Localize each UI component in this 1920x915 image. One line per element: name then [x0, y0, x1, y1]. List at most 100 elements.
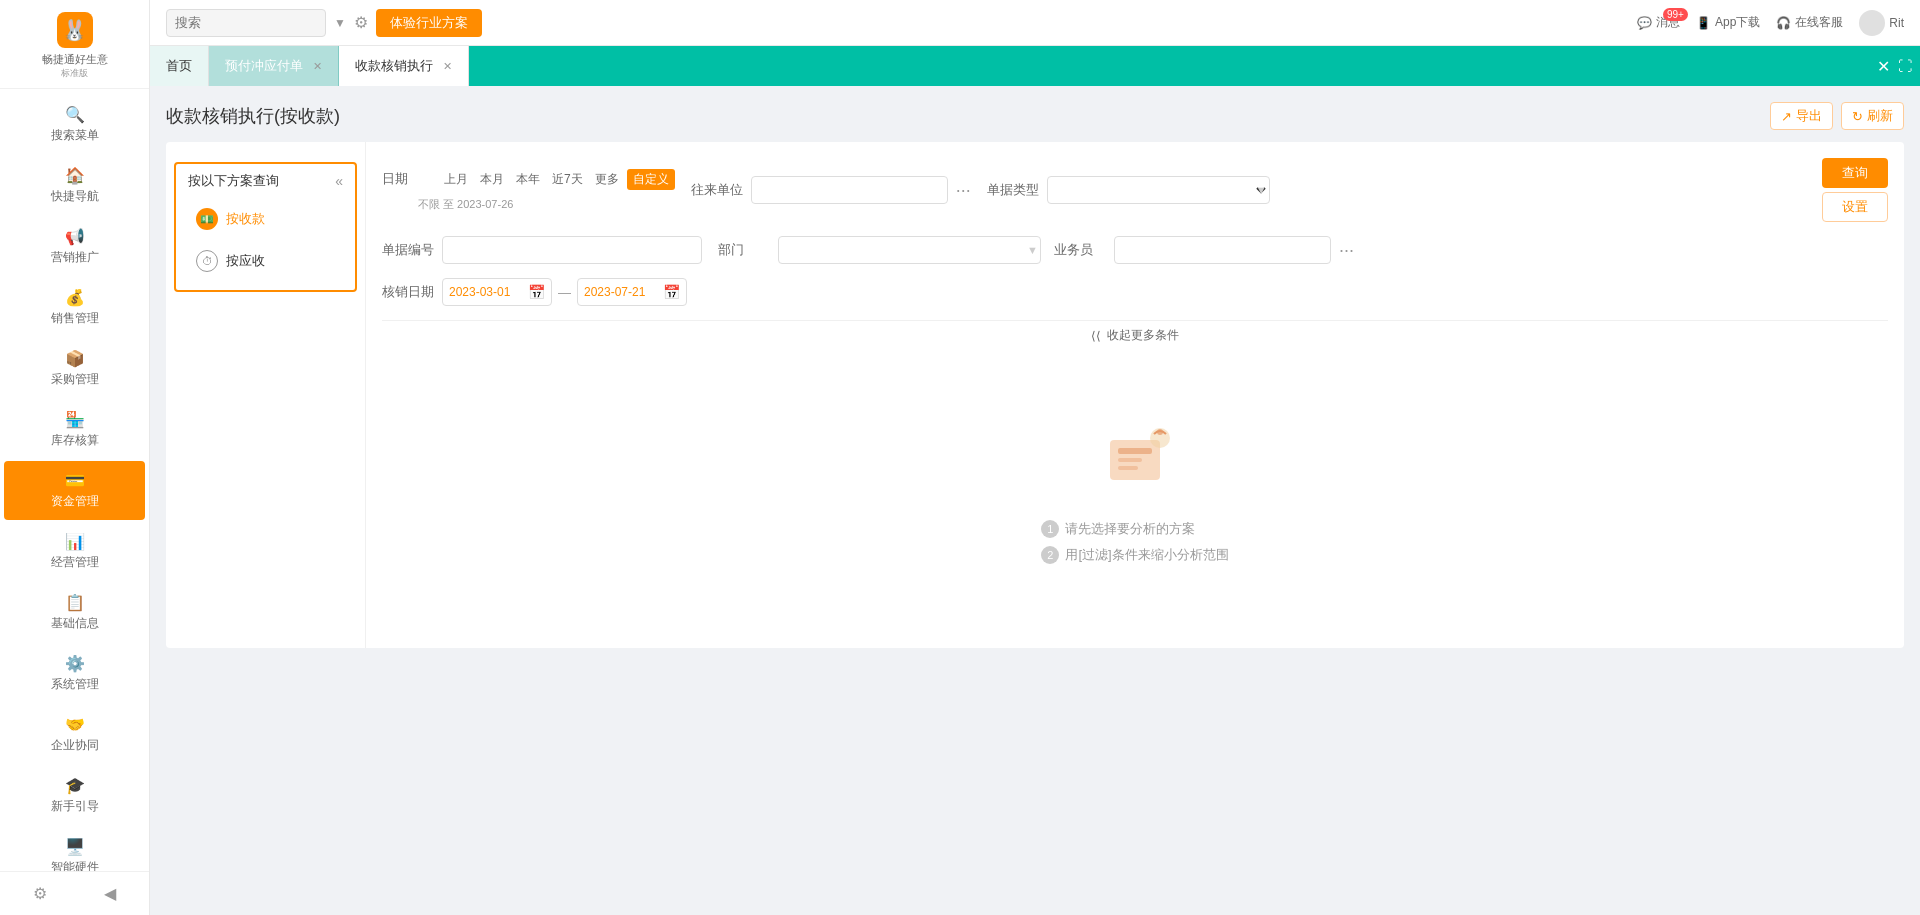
staff-label: 业务员	[1054, 241, 1106, 259]
sidebar-item-label: 快捷导航	[51, 188, 99, 205]
sidebar-item-label: 经营管理	[51, 554, 99, 571]
by-receivable-label: 按应收	[226, 252, 265, 270]
partner-input[interactable]	[751, 176, 948, 204]
sidebar-menu: 🔍 搜索菜单 🏠 快捷导航 📢 营销推广 💰 销售管理 📦 采购管理 🏪 库存核…	[0, 89, 149, 871]
sidebar-logo: 🐰 畅捷通好生意 标准版	[0, 0, 149, 89]
dept-label: 部门	[718, 241, 770, 259]
date-separator: —	[558, 285, 571, 300]
service-icon: 🎧	[1776, 16, 1791, 30]
enterprise-icon: 🤝	[65, 715, 85, 734]
tab-expand-btn[interactable]: ⛶	[1898, 58, 1912, 74]
finance-icon: 💳	[65, 471, 85, 490]
export-button[interactable]: ↗ 导出	[1770, 102, 1833, 130]
top-header: ▼ ⚙ 体验行业方案 💬 消息 99+ 📱 App下载 🎧 在线客服 Rit	[150, 0, 1920, 46]
notification-icon: 💬	[1637, 16, 1652, 30]
marketing-icon: 📢	[65, 227, 85, 246]
refresh-icon: ↻	[1852, 109, 1863, 124]
date-shortcut-last-month[interactable]: 上月	[440, 169, 472, 190]
date-shortcut-custom[interactable]: 自定义	[627, 169, 675, 190]
sidebar-settings-btn[interactable]: ⚙	[29, 880, 51, 907]
operations-icon: 📊	[65, 532, 85, 551]
doc-type-select[interactable]	[1047, 176, 1270, 204]
sidebar-item-smart-hw[interactable]: 🖥️ 智能硬件	[4, 827, 145, 871]
sidebar-item-search-menu[interactable]: 🔍 搜索菜单	[4, 95, 145, 154]
sidebar-collapse-btn[interactable]: ◀	[100, 880, 120, 907]
sidebar-item-marketing[interactable]: 📢 营销推广	[4, 217, 145, 276]
tab-home[interactable]: 首页	[150, 46, 209, 86]
doc-no-input[interactable]	[442, 236, 702, 264]
staff-input[interactable]	[1114, 236, 1331, 264]
calendar-start-icon[interactable]: 📅	[528, 284, 545, 300]
notification-btn[interactable]: 💬 消息 99+	[1637, 14, 1680, 31]
sidebar-item-label: 搜索菜单	[51, 127, 99, 144]
header-dropdown-icon[interactable]: ▼	[334, 16, 346, 30]
main-panel: 按以下方案查询 « 💵 按收款 ⏱ 按应收	[166, 142, 1904, 648]
page-title-bar: 收款核销执行(按收款) ↗ 导出 ↻ 刷新	[166, 102, 1904, 130]
refresh-button[interactable]: ↻ 刷新	[1841, 102, 1904, 130]
solution-button[interactable]: 体验行业方案	[376, 9, 482, 37]
sidebar-item-finance[interactable]: 💳 资金管理	[4, 461, 145, 520]
sidebar-item-label: 企业协同	[51, 737, 99, 754]
sidebar-item-system[interactable]: ⚙️ 系统管理	[4, 644, 145, 703]
doc-type-label: 单据类型	[987, 181, 1039, 199]
filter-option-by-receivable[interactable]: ⏱ 按应收	[176, 240, 355, 282]
tab-prepayment-close-btn[interactable]: ✕	[313, 60, 322, 73]
query-row-3: 核销日期 2023-03-01 📅 — 2023-07-21 📅	[382, 278, 1888, 306]
app-label: App下载	[1715, 14, 1760, 31]
settings-button[interactable]: 设置	[1822, 192, 1888, 222]
app-download-btn[interactable]: 📱 App下载	[1696, 14, 1760, 31]
page-actions: ↗ 导出 ↻ 刷新	[1770, 102, 1904, 130]
writeoff-start-input[interactable]: 2023-03-01 📅	[442, 278, 552, 306]
filter-collapse-icon[interactable]: «	[335, 173, 343, 189]
sales-icon: 💰	[65, 288, 85, 307]
main-area: ▼ ⚙ 体验行业方案 💬 消息 99+ 📱 App下载 🎧 在线客服 Rit	[150, 0, 1920, 915]
sidebar-item-basic-info[interactable]: 📋 基础信息	[4, 583, 145, 642]
sidebar-item-sales[interactable]: 💰 销售管理	[4, 278, 145, 337]
app-icon: 📱	[1696, 16, 1711, 30]
calendar-end-icon[interactable]: 📅	[663, 284, 680, 300]
sidebar-item-label: 新手引导	[51, 798, 99, 815]
tip-text-1: 请先选择要分析的方案	[1065, 520, 1195, 538]
sidebar-item-label: 基础信息	[51, 615, 99, 632]
sidebar-item-guide[interactable]: 🎓 新手引导	[4, 766, 145, 825]
collapse-more-btn[interactable]: ⟨⟨ 收起更多条件	[382, 320, 1888, 350]
date-shortcut-7days[interactable]: 近7天	[548, 169, 587, 190]
smart-hw-icon: 🖥️	[65, 837, 85, 856]
partner-field: 往来单位 ···	[691, 176, 971, 204]
sidebar-item-label: 系统管理	[51, 676, 99, 693]
partner-dots-icon[interactable]: ···	[956, 181, 971, 199]
by-receipt-label: 按收款	[226, 210, 265, 228]
tab-close-all-btn[interactable]: ✕	[1877, 57, 1890, 76]
date-shortcut-more[interactable]: 更多	[591, 169, 623, 190]
date-shortcut-this-month[interactable]: 本月	[476, 169, 508, 190]
query-panel: 日期 上月 本月 本年 近7天 更多 自定义 不限 至 2023-0	[366, 142, 1904, 648]
page-title: 收款核销执行(按收款)	[166, 104, 340, 128]
header-gear-icon[interactable]: ⚙	[354, 13, 368, 32]
staff-dots-icon[interactable]: ···	[1339, 241, 1354, 259]
tip-num-1: 1	[1041, 520, 1059, 538]
header-search-area	[166, 9, 326, 37]
tip-text-2: 用[过滤]条件来缩小分析范围	[1065, 546, 1228, 564]
date-shortcut-this-year[interactable]: 本年	[512, 169, 544, 190]
staff-field: 业务员 ···	[1054, 236, 1354, 264]
header-search-input[interactable]	[166, 9, 326, 37]
tab-receipt-writeoff-close-btn[interactable]: ✕	[443, 60, 452, 73]
tab-receipt-writeoff[interactable]: 收款核销执行 ✕	[339, 46, 469, 86]
sidebar-item-label: 库存核算	[51, 432, 99, 449]
date-shortcuts: 上月 本月 本年 近7天 更多 自定义	[440, 169, 675, 190]
writeoff-date-field: 核销日期 2023-03-01 📅 — 2023-07-21 📅	[382, 278, 1888, 306]
online-service-btn[interactable]: 🎧 在线客服	[1776, 14, 1843, 31]
sidebar-item-enterprise[interactable]: 🤝 企业协同	[4, 705, 145, 764]
tab-prepayment[interactable]: 预付冲应付单 ✕	[209, 46, 339, 86]
user-menu[interactable]: Rit	[1859, 10, 1904, 36]
filter-panel-header: 按以下方案查询 «	[176, 172, 355, 198]
sidebar-item-purchase[interactable]: 📦 采购管理	[4, 339, 145, 398]
filter-option-by-receipt[interactable]: 💵 按收款	[176, 198, 355, 240]
writeoff-end-input[interactable]: 2023-07-21 📅	[577, 278, 687, 306]
sidebar-item-quick-nav[interactable]: 🏠 快捷导航	[4, 156, 145, 215]
dept-input[interactable]	[778, 236, 1041, 264]
query-button[interactable]: 查询	[1822, 158, 1888, 188]
sidebar-item-operations[interactable]: 📊 经营管理	[4, 522, 145, 581]
by-receivable-icon: ⏱	[196, 250, 218, 272]
sidebar-item-inventory[interactable]: 🏪 库存核算	[4, 400, 145, 459]
